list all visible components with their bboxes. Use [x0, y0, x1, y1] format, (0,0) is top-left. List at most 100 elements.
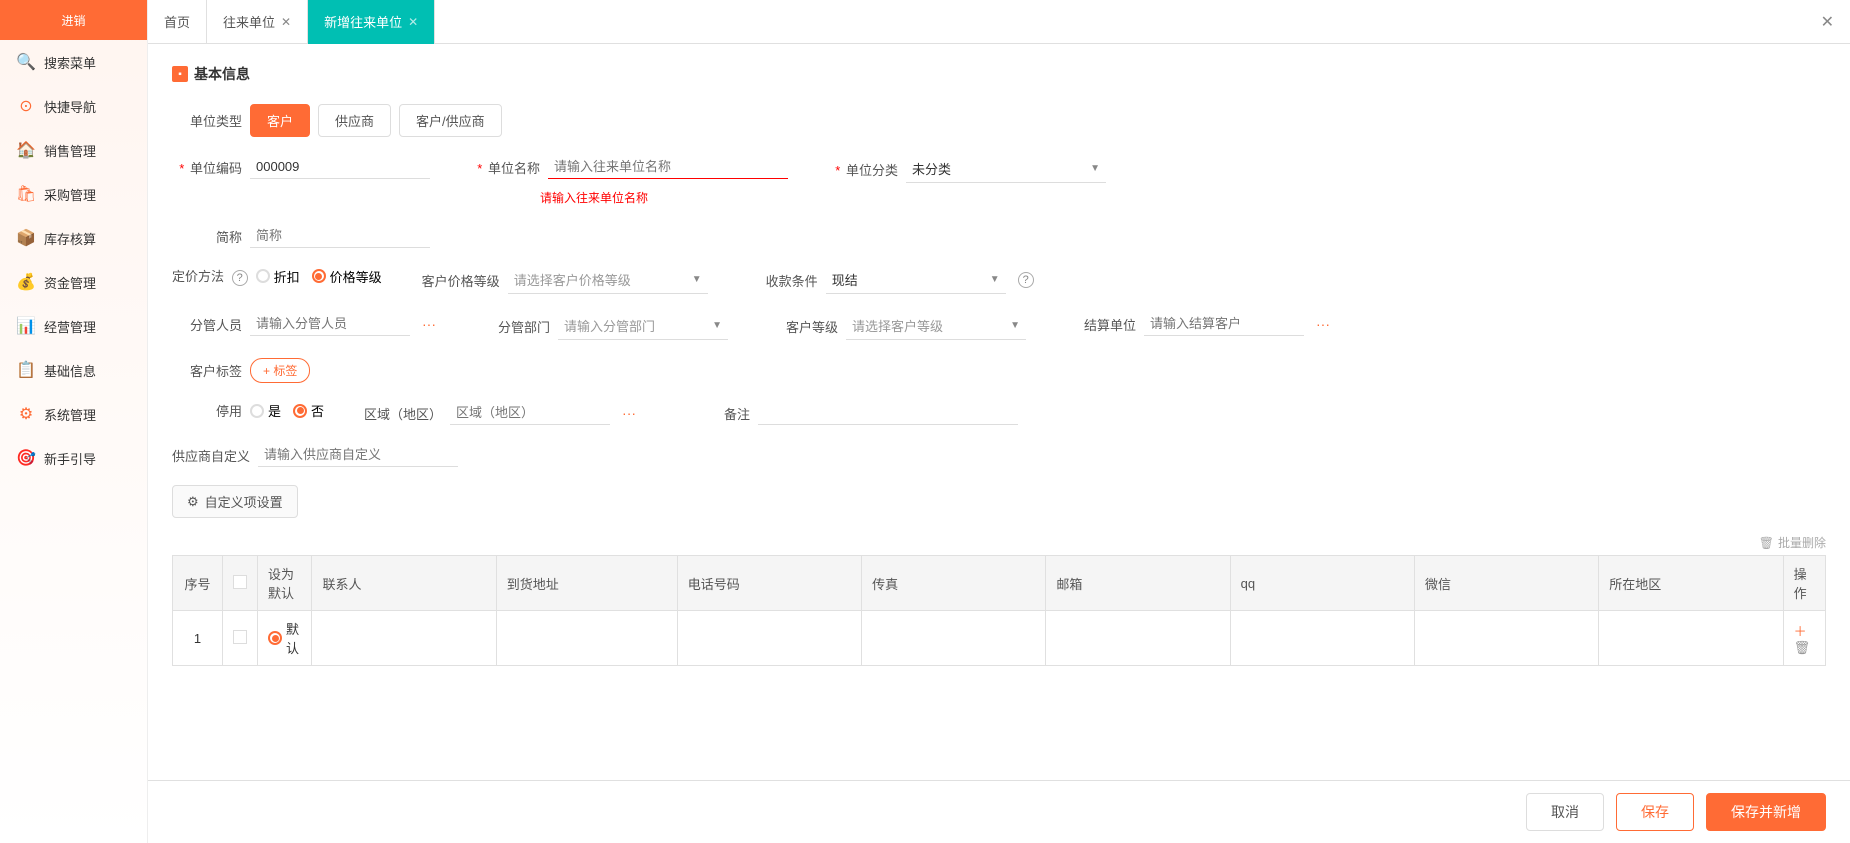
manager-row: 分管人员 ··· 分管部门 请输入分管部门 ▼ 客户等级 请选择客户等级 ▼ 结…: [172, 312, 1826, 340]
tab-close-icon[interactable]: ✕: [408, 15, 418, 29]
sidebar-item-basic-info[interactable]: 📋 基础信息: [0, 348, 147, 392]
sidebar-item-quick-nav[interactable]: ⊙ 快捷导航: [0, 84, 147, 128]
cell-contact[interactable]: [312, 611, 496, 666]
tabs-bar-close-icon[interactable]: ✕: [1805, 12, 1850, 32]
settlement-input[interactable]: [1144, 312, 1304, 336]
settlement-more-icon[interactable]: ···: [1312, 316, 1334, 332]
customer-price-value: 请选择客户价格等级: [514, 270, 688, 289]
row-delete-icon[interactable]: 🗑: [1794, 640, 1811, 655]
sidebar-item-purchase[interactable]: 🛍 采购管理: [0, 172, 147, 216]
sidebar-item-finance[interactable]: 💰 资金管理: [0, 260, 147, 304]
btn-customer[interactable]: 客户: [250, 104, 310, 137]
required-star: *: [835, 163, 840, 178]
sidebar-item-sales[interactable]: 🏠 销售管理: [0, 128, 147, 172]
unit-code-cell: * 单位编码: [172, 155, 430, 179]
default-radio[interactable]: [268, 631, 282, 645]
radio-label: 折扣: [274, 267, 300, 286]
col-email: 邮箱: [1046, 556, 1230, 611]
remark-input[interactable]: [758, 401, 1018, 425]
payment-help-icon[interactable]: ?: [1018, 272, 1034, 288]
batch-delete-label[interactable]: 批量删除: [1778, 534, 1826, 551]
unit-category-select[interactable]: 未分类 ▼: [906, 155, 1106, 183]
settings-gear-icon: ⚙: [187, 494, 199, 510]
batch-delete-icon: 🗑: [1759, 536, 1774, 550]
unit-code-input[interactable]: [250, 155, 430, 179]
radio-level[interactable]: 价格等级: [312, 267, 382, 286]
row-add-icon[interactable]: ＋: [1794, 624, 1807, 639]
cell-email[interactable]: [1046, 611, 1230, 666]
short-name-cell: 简称: [172, 224, 430, 248]
radio-no[interactable]: 否: [293, 401, 324, 420]
radio-circle-checked: [293, 404, 307, 418]
col-fax: 传真: [862, 556, 1046, 611]
sidebar-item-operation[interactable]: 📊 经营管理: [0, 304, 147, 348]
tags-label: 客户标签: [172, 361, 242, 380]
radio-discount[interactable]: 折扣: [256, 267, 300, 286]
sidebar-item-new-guide[interactable]: 🎯 新手引导: [0, 436, 147, 480]
sidebar-item-inventory[interactable]: 📦 库存核算: [0, 216, 147, 260]
cell-qq[interactable]: [1230, 611, 1414, 666]
col-seq: 序号: [173, 556, 223, 611]
radio-yes[interactable]: 是: [250, 401, 281, 420]
cell-phone[interactable]: [677, 611, 861, 666]
supplier-custom-input[interactable]: [258, 443, 458, 467]
wechat-input[interactable]: [1425, 627, 1588, 650]
custom-settings-button[interactable]: ⚙ 自定义项设置: [172, 485, 298, 518]
dept-select[interactable]: 请输入分管部门 ▼: [558, 312, 728, 340]
tab-home[interactable]: 首页: [148, 0, 207, 44]
customer-level-select[interactable]: 请选择客户等级 ▼: [846, 312, 1026, 340]
region-input[interactable]: [450, 401, 610, 425]
cell-address[interactable]: [496, 611, 677, 666]
btn-both[interactable]: 客户/供应商: [399, 104, 502, 137]
short-name-input[interactable]: [250, 224, 430, 248]
radio-label: 价格等级: [330, 267, 382, 286]
tab-contacts[interactable]: 往来单位 ✕: [207, 0, 308, 44]
col-wechat: 微信: [1414, 556, 1598, 611]
table-region-input[interactable]: [1609, 627, 1772, 650]
cell-fax[interactable]: [862, 611, 1046, 666]
sidebar-item-search[interactable]: 🔍 搜索菜单: [0, 40, 147, 84]
short-name-label: 简称: [172, 227, 242, 246]
pricing-method-cell: 定价方法 ? 折扣 价格等级: [172, 266, 382, 286]
unit-name-input[interactable]: [548, 155, 788, 179]
tab-new-contact[interactable]: 新增往来单位 ✕: [308, 0, 435, 44]
sidebar-item-system[interactable]: ⚙ 系统管理: [0, 392, 147, 436]
customer-price-select[interactable]: 请选择客户价格等级 ▼: [508, 266, 708, 294]
finance-icon: 💰: [16, 272, 36, 292]
fax-input[interactable]: [872, 627, 1035, 650]
chevron-down-icon: ▼: [712, 320, 722, 331]
cancel-button[interactable]: 取消: [1526, 793, 1604, 831]
sidebar: 进销 🔍 搜索菜单 ⊙ 快捷导航 🏠 销售管理 🛍 采购管理 📦 库存核算 💰 …: [0, 0, 148, 843]
sidebar-item-label: 销售管理: [44, 141, 96, 160]
radio-label: 是: [268, 401, 281, 420]
save-new-button[interactable]: 保存并新增: [1706, 793, 1826, 831]
sidebar-item-label: 经营管理: [44, 317, 96, 336]
col-address: 到货地址: [496, 556, 677, 611]
tab-close-icon[interactable]: ✕: [281, 15, 291, 29]
payment-condition-cell: 收款条件 现结 ▼ ?: [748, 266, 1034, 294]
code-name-row: * 单位编码 * 单位名称 请输入往来单位名称 * 单位分类: [172, 155, 1826, 206]
address-input[interactable]: [507, 627, 667, 650]
contacts-table: 序号 设为默认 联系人 到货地址 电话号码: [172, 555, 1826, 666]
header-checkbox[interactable]: [233, 575, 247, 589]
manager-more-icon[interactable]: ···: [418, 316, 440, 332]
disabled-radio-group: 是 否: [250, 401, 324, 420]
contact-input[interactable]: [322, 627, 485, 650]
cell-region[interactable]: [1599, 611, 1783, 666]
region-more-icon[interactable]: ···: [618, 405, 640, 421]
payment-condition-select[interactable]: 现结 ▼: [826, 266, 1006, 294]
radio-circle: [256, 269, 270, 283]
phone-input[interactable]: [688, 627, 851, 650]
cell-wechat[interactable]: [1414, 611, 1598, 666]
email-input[interactable]: [1056, 627, 1219, 650]
manager-input[interactable]: [250, 312, 410, 336]
save-button[interactable]: 保存: [1616, 793, 1694, 831]
btn-supplier[interactable]: 供应商: [318, 104, 391, 137]
add-tag-button[interactable]: + 标签: [250, 358, 310, 383]
pricing-help-icon[interactable]: ?: [232, 270, 248, 286]
chevron-down-icon: ▼: [692, 274, 702, 285]
row-checkbox[interactable]: [233, 630, 247, 644]
sidebar-item-label: 资金管理: [44, 273, 96, 292]
table-row: 1 默认: [173, 611, 1826, 666]
qq-input[interactable]: [1241, 627, 1404, 650]
